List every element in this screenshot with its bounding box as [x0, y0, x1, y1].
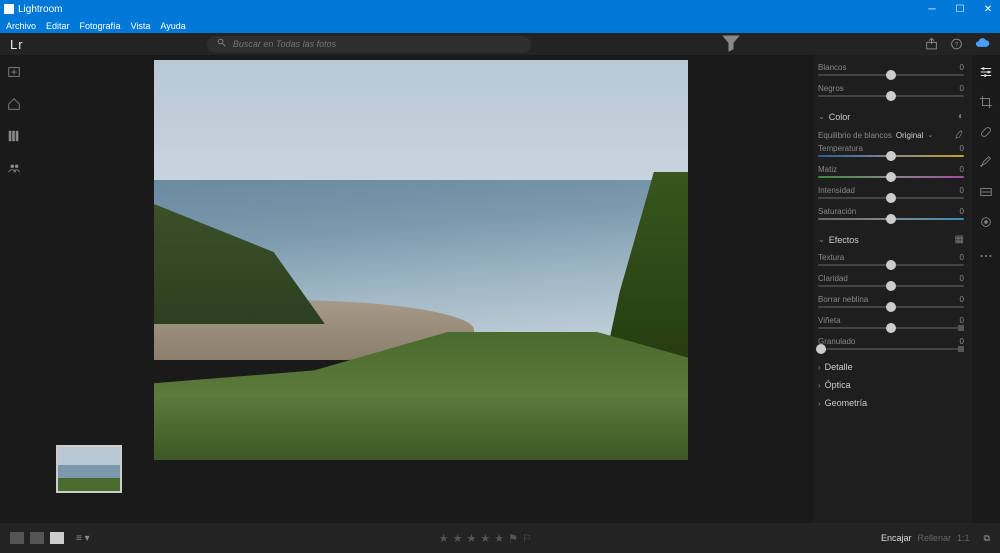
add-photo-icon[interactable] — [7, 65, 21, 79]
star-icon[interactable]: ★ — [453, 532, 463, 545]
edit-sliders-icon[interactable] — [979, 65, 993, 79]
section-header-efectos[interactable]: ⌄ Efectos ▦ — [818, 230, 964, 249]
eyedropper-icon[interactable] — [954, 130, 964, 140]
star-icon[interactable]: ★ — [494, 532, 504, 545]
linear-gradient-icon[interactable] — [979, 185, 993, 199]
maximize-button[interactable]: ☐ — [952, 4, 968, 15]
menu-ayuda[interactable]: Ayuda — [160, 21, 185, 31]
lightroom-logo: Lr — [10, 37, 24, 52]
share-icon[interactable] — [925, 36, 938, 52]
slider-thumb[interactable] — [816, 344, 826, 354]
wb-dropdown[interactable]: Original — [896, 131, 924, 140]
split-tone-icon[interactable]: ▦ — [955, 234, 964, 245]
chevron-right-icon: › — [818, 399, 821, 408]
sort-button[interactable]: ≡ ▾ — [76, 533, 90, 544]
flag-pick-icon[interactable]: ⚑ — [508, 532, 518, 545]
menu-bar: Archivo Editar Fotografía Vista Ayuda — [0, 18, 1000, 33]
search-input[interactable] — [233, 39, 522, 49]
flag-reject-icon[interactable]: ⚐ — [522, 532, 532, 545]
people-icon[interactable] — [7, 161, 21, 175]
home-icon[interactable] — [7, 97, 21, 111]
slider-negros[interactable]: Negros0 — [818, 84, 964, 97]
section-header-color[interactable]: ⌄ Color ◐ — [818, 107, 964, 126]
slider-thumb[interactable] — [886, 193, 896, 203]
rating-bar: ★ ★ ★ ★ ★ ⚑ ⚐ — [439, 532, 532, 545]
color-mixer-icon[interactable]: ◐ — [958, 111, 964, 122]
crop-icon[interactable] — [979, 95, 993, 109]
disclosure-icon[interactable] — [958, 325, 964, 331]
more-icon[interactable] — [979, 249, 993, 263]
app-icon — [4, 4, 14, 14]
search-wrap[interactable] — [207, 36, 531, 53]
slider-temperatura[interactable]: Temperatura0 — [818, 144, 964, 157]
brush-icon[interactable] — [979, 155, 993, 169]
window-titlebar: Lightroom ─ ☐ ✕ — [0, 0, 1000, 18]
slider-intensidad[interactable]: Intensidad0 — [818, 186, 964, 199]
window-title: Lightroom — [18, 4, 62, 15]
chevron-down-icon: ⌄ — [818, 235, 825, 244]
menu-archivo[interactable]: Archivo — [6, 21, 36, 31]
section-header-geometria[interactable]: › Geometría — [818, 394, 964, 412]
section-efectos: ⌄ Efectos ▦ Textura0 Claridad0 Borrar ne… — [818, 230, 964, 350]
zoom-11[interactable]: 1:1 — [957, 533, 970, 543]
square-grid-button[interactable] — [30, 532, 44, 544]
slider-thumb[interactable] — [886, 172, 896, 182]
radial-gradient-icon[interactable] — [979, 215, 993, 229]
minimize-button[interactable]: ─ — [924, 4, 940, 15]
slider-saturacion[interactable]: Saturación0 — [818, 207, 964, 220]
canvas-area — [28, 55, 814, 523]
slider-matiz[interactable]: Matiz0 — [818, 165, 964, 178]
slider-borrar-neblina[interactable]: Borrar neblina0 — [818, 295, 964, 308]
zoom-fill[interactable]: Rellenar — [918, 533, 952, 543]
chevron-down-icon: ⌄ — [818, 112, 825, 121]
left-rail — [0, 55, 28, 523]
app-bar: Lr ? — [0, 33, 1000, 55]
cloud-icon[interactable] — [975, 36, 990, 52]
svg-text:?: ? — [955, 41, 959, 48]
close-button[interactable]: ✕ — [980, 4, 996, 15]
menu-fotografia[interactable]: Fotografía — [80, 21, 121, 31]
slider-thumb[interactable] — [886, 323, 896, 333]
menu-editar[interactable]: Editar — [46, 21, 70, 31]
section-header-optica[interactable]: › Óptica — [818, 376, 964, 394]
slider-textura[interactable]: Textura0 — [818, 253, 964, 266]
search-icon — [217, 38, 226, 50]
right-rail — [972, 55, 1000, 523]
slider-thumb[interactable] — [886, 70, 896, 80]
star-icon[interactable]: ★ — [480, 532, 490, 545]
bottom-bar: ≡ ▾ ★ ★ ★ ★ ★ ⚑ ⚐ Encajar Rellenar 1:1 ⧉ — [0, 523, 1000, 553]
star-icon[interactable]: ★ — [439, 532, 449, 545]
slider-thumb[interactable] — [886, 260, 896, 270]
filmstrip-thumbnail[interactable] — [56, 445, 122, 493]
library-icon[interactable] — [7, 129, 21, 143]
heal-icon[interactable] — [979, 125, 993, 139]
photo-preview[interactable] — [154, 60, 688, 460]
menu-vista[interactable]: Vista — [131, 21, 151, 31]
slider-granulado[interactable]: Granulado0 — [818, 337, 964, 350]
slider-thumb[interactable] — [886, 214, 896, 224]
star-icon[interactable]: ★ — [467, 532, 477, 545]
detail-view-button[interactable] — [50, 532, 64, 544]
filter-button[interactable] — [721, 33, 741, 56]
chevron-right-icon: › — [818, 381, 821, 390]
slider-blancos[interactable]: Blancos0 — [818, 63, 964, 76]
slider-thumb[interactable] — [886, 302, 896, 312]
help-icon[interactable]: ? — [950, 36, 963, 52]
slider-thumb[interactable] — [886, 151, 896, 161]
disclosure-icon[interactable] — [958, 346, 964, 352]
slider-thumb[interactable] — [886, 91, 896, 101]
grid-view-button[interactable] — [10, 532, 24, 544]
chevron-right-icon: › — [818, 363, 821, 372]
section-header-detalle[interactable]: › Detalle — [818, 358, 964, 376]
slider-thumb[interactable] — [886, 281, 896, 291]
slider-vineta[interactable]: Viñeta0 — [818, 316, 964, 329]
compare-icon[interactable]: ⧉ — [984, 533, 990, 544]
chevron-down-icon: ⌄ — [927, 131, 933, 139]
slider-claridad[interactable]: Claridad0 — [818, 274, 964, 287]
section-color: ⌄ Color ◐ Equilibrio de blancos Original… — [818, 107, 964, 220]
edit-panel: Blancos0 Negros0 ⌄ Color ◐ Equilibrio de… — [814, 55, 972, 523]
zoom-fit[interactable]: Encajar — [881, 533, 912, 543]
